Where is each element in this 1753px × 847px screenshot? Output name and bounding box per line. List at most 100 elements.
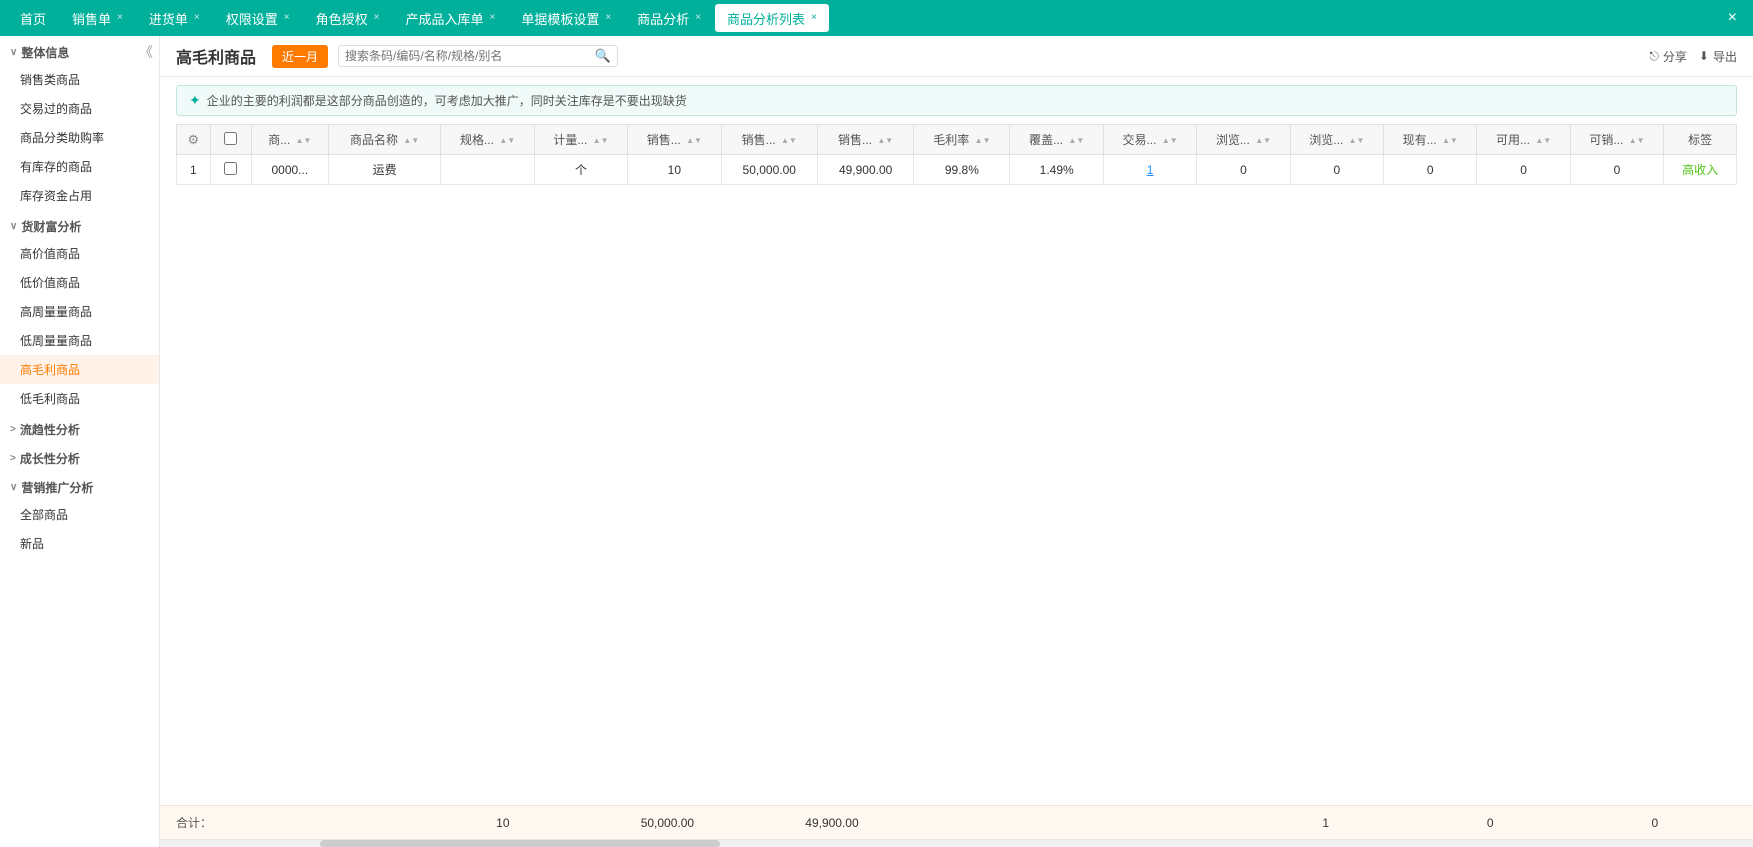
nav-product-analysis[interactable]: 商品分析 × bbox=[625, 4, 713, 32]
trade-link[interactable]: 1 bbox=[1147, 163, 1154, 177]
horizontal-scrollbar[interactable] bbox=[160, 839, 1753, 847]
info-text: 企业的主要的利润都是这部分商品创造的，可考虑加大推广，同时关注库存是不要出现缺货 bbox=[207, 92, 687, 109]
col-current-sorter[interactable]: ▲▼ bbox=[1442, 137, 1458, 145]
cell-name: 运费 bbox=[328, 155, 441, 185]
sidebar-group-trend[interactable]: > 流趋性分析 bbox=[0, 413, 159, 442]
sidebar-item-traded-goods[interactable]: 交易过的商品 bbox=[0, 94, 159, 123]
sidebar-collapse-button[interactable]: 《 bbox=[139, 42, 153, 62]
cell-spec bbox=[441, 155, 534, 185]
sidebar-item-sales-goods[interactable]: 销售类商品 bbox=[0, 65, 159, 94]
col-coverage: 覆盖... ▲▼ bbox=[1010, 125, 1103, 155]
sidebar-item-high-value[interactable]: 高价值商品 bbox=[0, 239, 159, 268]
col-sales1-sorter[interactable]: ▲▼ bbox=[686, 137, 702, 145]
nav-role[interactable]: 角色授权 × bbox=[304, 4, 392, 32]
col-trade-sorter[interactable]: ▲▼ bbox=[1162, 137, 1178, 145]
scrollbar-thumb[interactable] bbox=[320, 840, 720, 847]
col-sales3: 销售... ▲▼ bbox=[817, 125, 913, 155]
sidebar-item-stock-fund[interactable]: 库存资金占用 bbox=[0, 181, 159, 210]
sidebar-group-wealth[interactable]: ∨ 货财富分析 bbox=[0, 210, 159, 239]
sidebar-item-high-turnover[interactable]: 高周量量商品 bbox=[0, 297, 159, 326]
sidebar-item-low-value[interactable]: 低价值商品 bbox=[0, 268, 159, 297]
col-saleable-sorter[interactable]: ▲▼ bbox=[1629, 137, 1645, 145]
sidebar-group-marketing[interactable]: ∨ 营销推广分析 bbox=[0, 471, 159, 500]
cell-browse2: 0 bbox=[1290, 155, 1383, 185]
table-header-row: ⚙ 商... ▲▼ 商品名称 ▲▼ bbox=[177, 125, 1737, 155]
footer-cell-trade: 1 bbox=[1243, 816, 1408, 830]
sidebar-item-high-margin[interactable]: 高毛利商品 bbox=[0, 355, 159, 384]
col-browse2-sorter[interactable]: ▲▼ bbox=[1349, 137, 1365, 145]
footer-cell-sales1-val: 10 bbox=[421, 816, 586, 830]
nav-purchase[interactable]: 进货单 × bbox=[137, 4, 212, 32]
content-header: 高毛利商品 近一月 🔍 ⎋ 分享 ⬇ 导出 bbox=[160, 36, 1753, 77]
nav-permission[interactable]: 权限设置 × bbox=[214, 4, 302, 32]
export-icon: ⬇ bbox=[1699, 49, 1709, 63]
cell-index: 1 bbox=[177, 155, 211, 185]
cell-coverage: 1.49% bbox=[1010, 155, 1103, 185]
sidebar-item-low-margin[interactable]: 低毛利商品 bbox=[0, 384, 159, 413]
nav-home[interactable]: 首页 bbox=[8, 4, 58, 32]
close-product-analysis-tab[interactable]: × bbox=[695, 13, 701, 23]
nav-product-inbound[interactable]: 产成品入库单 × bbox=[393, 4, 507, 32]
close-role-tab[interactable]: × bbox=[374, 13, 380, 23]
select-all-checkbox[interactable] bbox=[224, 132, 237, 145]
cell-unit: 个 bbox=[534, 155, 627, 185]
close-product-analysis-list-tab[interactable]: × bbox=[811, 13, 817, 23]
search-input[interactable] bbox=[345, 49, 591, 63]
sidebar-item-new-goods[interactable]: 新品 bbox=[0, 529, 159, 558]
footer-bar: 合计： 10 50,000.00 49,900.00 1 0 0 bbox=[160, 805, 1753, 839]
sidebar-item-in-stock[interactable]: 有库存的商品 bbox=[0, 152, 159, 181]
close-template-tab[interactable]: × bbox=[605, 13, 611, 23]
footer-cell-sales2: 50,000.00 bbox=[585, 816, 750, 830]
close-window-button[interactable]: × bbox=[1720, 9, 1745, 27]
sidebar-item-low-turnover[interactable]: 低周量量商品 bbox=[0, 326, 159, 355]
col-sales3-sorter[interactable]: ▲▼ bbox=[877, 137, 893, 145]
settings-icon[interactable]: ⚙ bbox=[188, 132, 200, 147]
sidebar-group-growth[interactable]: > 成长性分析 bbox=[0, 442, 159, 471]
col-name-sorter[interactable]: ▲▼ bbox=[403, 137, 419, 145]
tip-icon: ✦ bbox=[189, 92, 201, 109]
sidebar-item-category-rate[interactable]: 商品分类助购率 bbox=[0, 123, 159, 152]
sidebar-group-wealth-arrow: ∨ bbox=[10, 221, 17, 232]
col-coverage-sorter[interactable]: ▲▼ bbox=[1068, 137, 1084, 145]
col-checkbox bbox=[210, 125, 251, 155]
col-unit: 计量... ▲▼ bbox=[534, 125, 627, 155]
col-unit-sorter[interactable]: ▲▼ bbox=[593, 137, 609, 145]
col-browse1-sorter[interactable]: ▲▼ bbox=[1255, 137, 1271, 145]
col-code: 商... ▲▼ bbox=[251, 125, 328, 155]
col-available-sorter[interactable]: ▲▼ bbox=[1535, 137, 1551, 145]
row-checkbox[interactable] bbox=[224, 162, 237, 175]
top-nav: 首页 销售单 × 进货单 × 权限设置 × 角色授权 × 产成品入库单 × 单据… bbox=[0, 0, 1753, 36]
col-spec: 规格... ▲▼ bbox=[441, 125, 534, 155]
search-icon[interactable]: 🔍 bbox=[595, 48, 611, 64]
close-product-inbound-tab[interactable]: × bbox=[489, 13, 495, 23]
cell-trade: 1 bbox=[1103, 155, 1196, 185]
col-gross-rate-sorter[interactable]: ▲▼ bbox=[975, 137, 991, 145]
col-code-sorter[interactable]: ▲▼ bbox=[296, 137, 312, 145]
col-browse2: 浏览... ▲▼ bbox=[1290, 125, 1383, 155]
table-row: 1 0000... 运费 个 10 50,000.00 49,900.00 99… bbox=[177, 155, 1737, 185]
nav-product-analysis-list[interactable]: 商品分析列表 × bbox=[715, 4, 829, 32]
sidebar-group-trend-arrow: > bbox=[10, 424, 16, 435]
sidebar-group-overall[interactable]: ∨ 整体信息 bbox=[0, 36, 159, 65]
nav-sales[interactable]: 销售单 × bbox=[60, 4, 135, 32]
close-sales-tab[interactable]: × bbox=[117, 13, 123, 23]
col-sales1: 销售... ▲▼ bbox=[628, 125, 721, 155]
time-filter-button[interactable]: 近一月 bbox=[272, 45, 328, 68]
close-purchase-tab[interactable]: × bbox=[194, 13, 200, 23]
col-name: 商品名称 ▲▼ bbox=[328, 125, 441, 155]
export-button[interactable]: ⬇ 导出 bbox=[1699, 48, 1737, 65]
close-permission-tab[interactable]: × bbox=[284, 13, 290, 23]
info-banner: ✦ 企业的主要的利润都是这部分商品创造的，可考虑加大推广，同时关注库存是不要出现… bbox=[176, 85, 1737, 116]
footer-label: 合计： bbox=[176, 814, 256, 831]
footer-cell-sales1 bbox=[256, 816, 421, 830]
nav-template[interactable]: 单据模板设置 × bbox=[509, 4, 623, 32]
sidebar-group-growth-arrow: > bbox=[10, 453, 16, 464]
col-trade: 交易... ▲▼ bbox=[1103, 125, 1196, 155]
col-spec-sorter[interactable]: ▲▼ bbox=[499, 137, 515, 145]
footer-cell-browse1: 0 bbox=[1408, 816, 1573, 830]
sidebar-item-all-goods[interactable]: 全部商品 bbox=[0, 500, 159, 529]
share-button[interactable]: ⎋ 分享 bbox=[1649, 48, 1687, 65]
col-sales2-sorter[interactable]: ▲▼ bbox=[781, 137, 797, 145]
cell-current: 0 bbox=[1384, 155, 1477, 185]
footer-cell-browse2: 0 bbox=[1573, 816, 1738, 830]
